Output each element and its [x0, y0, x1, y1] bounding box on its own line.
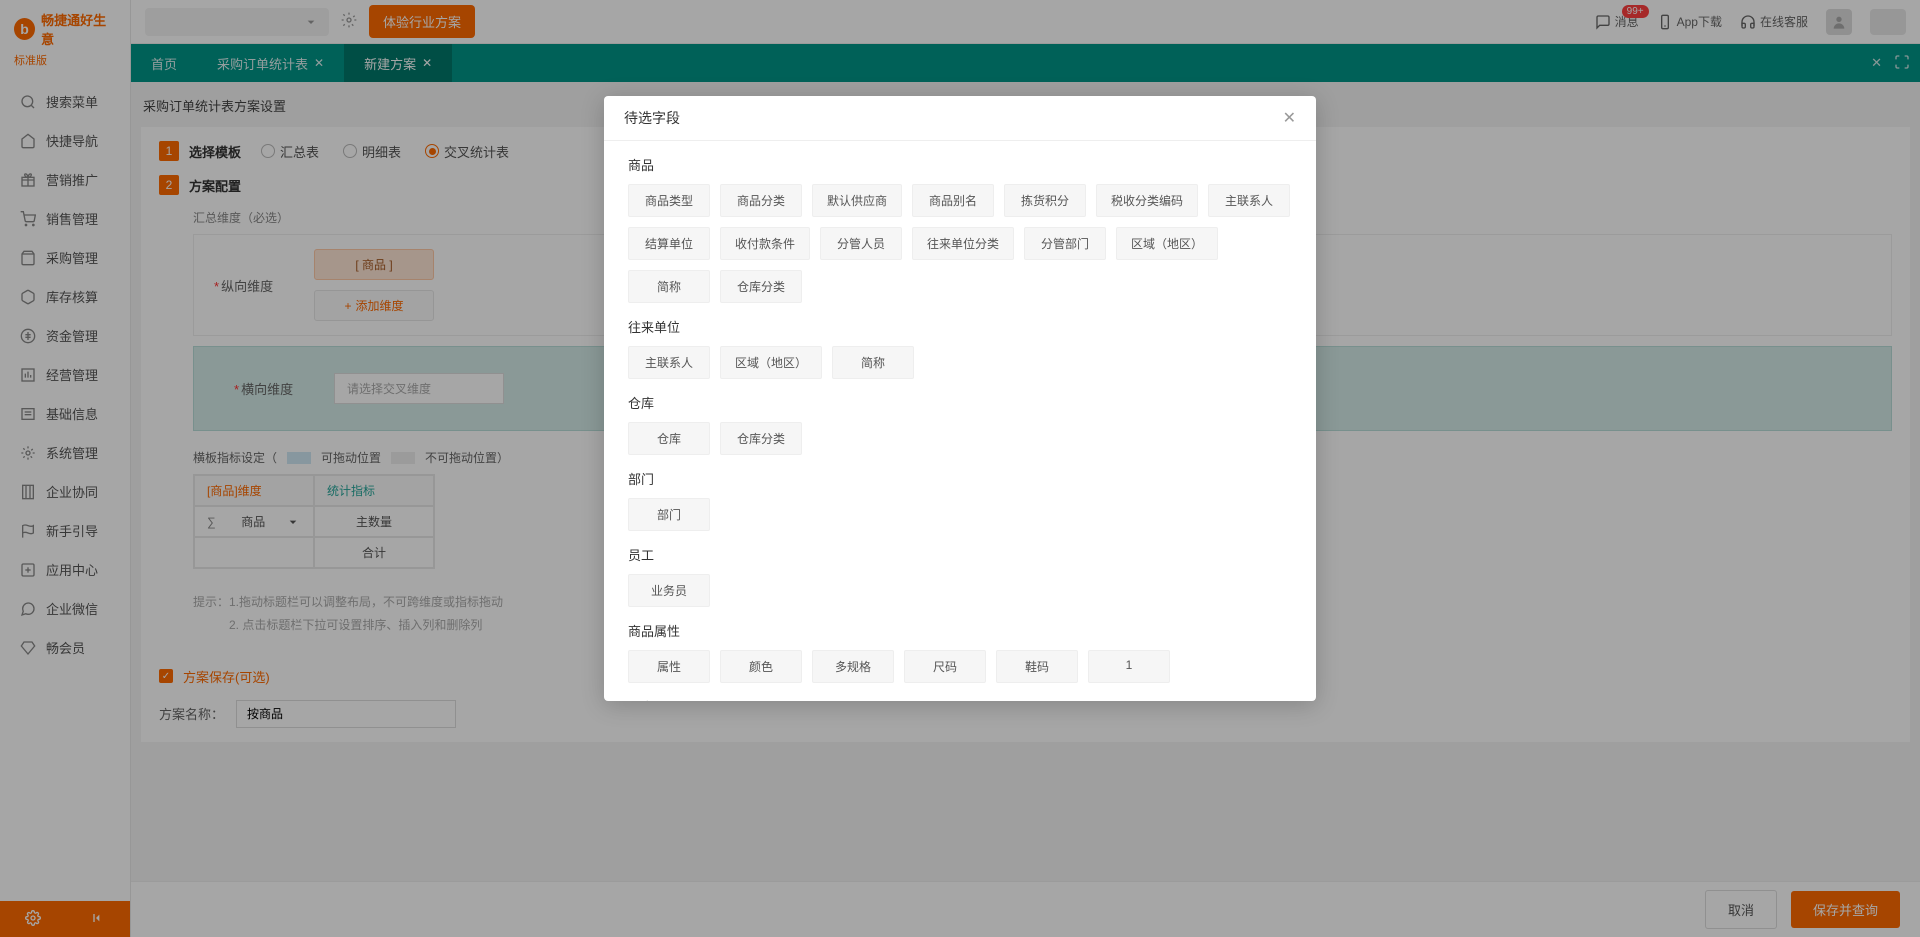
field-chip[interactable]: 多规格: [812, 650, 894, 683]
field-chip[interactable]: 尺码: [904, 650, 986, 683]
field-chip[interactable]: 1: [1088, 650, 1170, 683]
field-chip[interactable]: 鞋码: [996, 650, 1078, 683]
field-chip[interactable]: 区域（地区）: [1116, 227, 1218, 260]
field-chip[interactable]: 仓库分类: [720, 422, 802, 455]
group-title: 员工: [628, 545, 1292, 564]
field-selector-modal: 待选字段 ✕ 商品商品类型商品分类默认供应商商品别名拣货积分税收分类编码主联系人…: [604, 96, 1316, 701]
field-chip[interactable]: 部门: [628, 498, 710, 531]
group-title: 商品: [628, 155, 1292, 174]
field-chip[interactable]: 拣货积分: [1004, 184, 1086, 217]
field-chip[interactable]: 结算单位: [628, 227, 710, 260]
field-chip[interactable]: 往来单位分类: [912, 227, 1014, 260]
field-group-5: 商品属性属性颜色多规格尺码鞋码 1: [628, 621, 1292, 683]
field-group-1: 往来单位主联系人区域（地区） 简称: [628, 317, 1292, 379]
field-group-4: 员工业务员: [628, 545, 1292, 607]
field-group-6: 其它单据日期项目: [628, 697, 1292, 701]
field-chip[interactable]: 税收分类编码: [1096, 184, 1198, 217]
field-group-0: 商品商品类型商品分类默认供应商商品别名拣货积分税收分类编码主联系人结算单位收付款…: [628, 155, 1292, 303]
field-chip[interactable]: 区域（地区）: [720, 346, 822, 379]
field-chip[interactable]: 简称: [628, 270, 710, 303]
group-title: 往来单位: [628, 317, 1292, 336]
field-chip[interactable]: 分管部门: [1024, 227, 1106, 260]
group-title: 其它: [628, 697, 1292, 701]
field-chip[interactable]: 属性: [628, 650, 710, 683]
field-chip[interactable]: 商品分类: [720, 184, 802, 217]
field-chip[interactable]: 颜色: [720, 650, 802, 683]
group-title: 仓库: [628, 393, 1292, 412]
modal-title: 待选字段: [624, 108, 680, 128]
field-chip[interactable]: 默认供应商: [812, 184, 902, 217]
field-chip[interactable]: 商品别名: [912, 184, 994, 217]
field-chip[interactable]: 主联系人: [1208, 184, 1290, 217]
field-chip[interactable]: 收付款条件: [720, 227, 810, 260]
group-title: 商品属性: [628, 621, 1292, 640]
modal-overlay[interactable]: 待选字段 ✕ 商品商品类型商品分类默认供应商商品别名拣货积分税收分类编码主联系人…: [0, 0, 1920, 937]
field-chip[interactable]: 仓库: [628, 422, 710, 455]
field-group-3: 部门部门: [628, 469, 1292, 531]
group-title: 部门: [628, 469, 1292, 488]
field-chip[interactable]: 主联系人: [628, 346, 710, 379]
field-chip[interactable]: 简称: [832, 346, 914, 379]
field-group-2: 仓库仓库仓库分类: [628, 393, 1292, 455]
field-chip[interactable]: 商品类型: [628, 184, 710, 217]
field-chip[interactable]: 分管人员: [820, 227, 902, 260]
field-chip[interactable]: 业务员: [628, 574, 710, 607]
field-chip[interactable]: 仓库分类: [720, 270, 802, 303]
modal-close-button[interactable]: ✕: [1283, 108, 1296, 128]
